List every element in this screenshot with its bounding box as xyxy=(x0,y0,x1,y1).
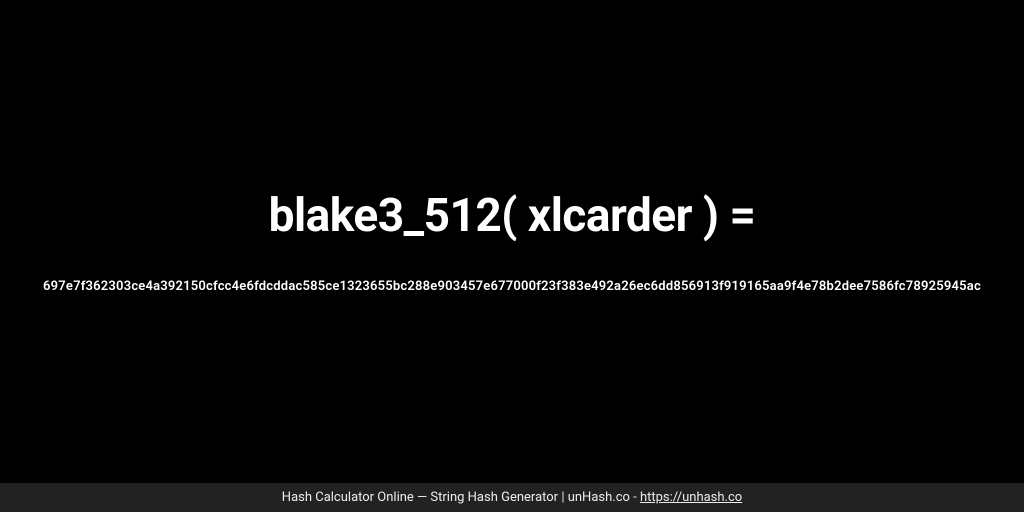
hash-output-value: 697e7f362303ce4a392150cfcc4e6fdcddac585c… xyxy=(43,279,981,294)
footer-text: Hash Calculator Online — String Hash Gen… xyxy=(282,490,640,505)
main-content: blake3_512( xlcarder ) = 697e7f362303ce4… xyxy=(0,0,1024,483)
footer-link[interactable]: https://unhash.co xyxy=(640,490,742,505)
hash-expression: blake3_512( xlcarder ) = xyxy=(269,189,756,243)
footer-bar: Hash Calculator Online — String Hash Gen… xyxy=(0,483,1024,512)
